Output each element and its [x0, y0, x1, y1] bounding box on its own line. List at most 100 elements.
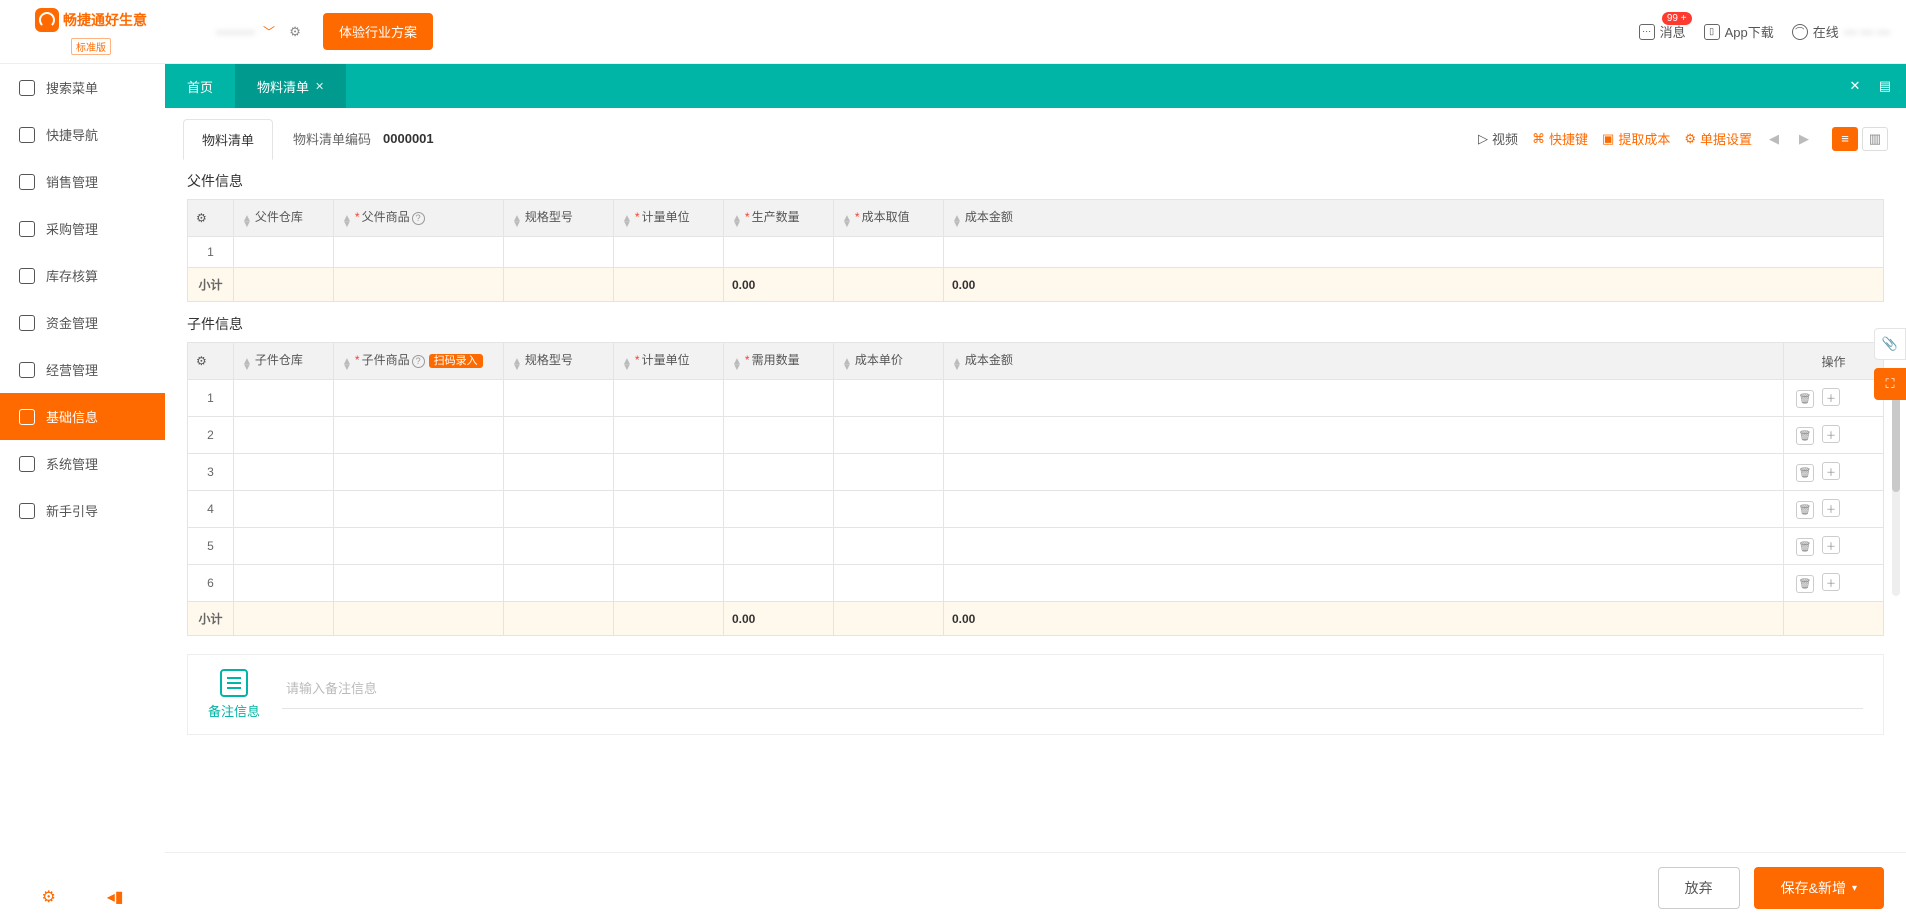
sidebar-label: 搜索菜单: [46, 78, 98, 97]
child-row[interactable]: 4🗑＋: [188, 491, 1884, 528]
fullscreen-button[interactable]: ⛶: [1874, 368, 1906, 400]
action-extract-cost[interactable]: ▣提取成本: [1602, 129, 1670, 148]
sidebar-label: 新手引导: [46, 501, 98, 520]
delete-row-icon[interactable]: 🗑: [1796, 501, 1814, 519]
child-col-item[interactable]: *子件商品?扫码录入: [334, 343, 504, 380]
add-row-icon[interactable]: ＋: [1822, 499, 1840, 517]
parent-table: ⚙ 父件仓库 *父件商品? 规格型号 *计量单位 *生产数量 *成本取值 成本金…: [187, 199, 1884, 302]
child-section-title: 子件信息: [165, 302, 1906, 342]
child-table-scrollbar[interactable]: [1892, 382, 1900, 596]
view-card-button[interactable]: ▥: [1862, 127, 1888, 151]
child-col-amount[interactable]: 成本金额: [944, 343, 1784, 380]
sidebar-item-quicknav[interactable]: 快捷导航: [0, 111, 165, 158]
sidebar-item-guide[interactable]: 新手引导: [0, 487, 165, 534]
sidebar-item-sales[interactable]: 销售管理: [0, 158, 165, 205]
action-label: 单据设置: [1700, 129, 1752, 148]
delete-row-icon[interactable]: 🗑: [1796, 538, 1814, 556]
delete-row-icon[interactable]: 🗑: [1796, 427, 1814, 445]
gear-icon: ⚙: [1684, 131, 1696, 147]
brand-logo: 畅捷通好生意 标准版: [16, 8, 166, 55]
child-row[interactable]: 5🗑＋: [188, 528, 1884, 565]
sort-icon: [842, 216, 852, 228]
add-row-icon[interactable]: ＋: [1822, 425, 1840, 443]
child-row[interactable]: 1🗑＋: [188, 380, 1884, 417]
add-row-icon[interactable]: ＋: [1822, 388, 1840, 406]
parent-col-amount[interactable]: 成本金额: [944, 200, 1884, 237]
view-list-button[interactable]: ≡: [1832, 127, 1858, 151]
delete-row-icon[interactable]: 🗑: [1796, 575, 1814, 593]
child-row[interactable]: 2🗑＋: [188, 417, 1884, 454]
sidebar-item-funds[interactable]: 资金管理: [0, 299, 165, 346]
sidebar-item-inventory[interactable]: 库存核算: [0, 252, 165, 299]
sort-icon: [622, 359, 632, 371]
keyboard-icon: ⌘: [1532, 131, 1545, 147]
sidebar-label: 采购管理: [46, 219, 98, 238]
next-record-icon[interactable]: ▶: [1796, 131, 1812, 147]
child-col-price[interactable]: 成本单价: [834, 343, 944, 380]
remark-label-text: 备注信息: [208, 701, 260, 720]
home-icon: [18, 126, 36, 144]
action-label: 提取成本: [1618, 129, 1670, 148]
online-support-link[interactable]: ⌒ 在线 — — —: [1792, 22, 1890, 41]
scan-input-badge[interactable]: 扫码录入: [429, 354, 483, 368]
child-col-gear[interactable]: ⚙: [188, 343, 234, 380]
delete-row-icon[interactable]: 🗑: [1796, 464, 1814, 482]
page-tab-bom[interactable]: 物料清单: [183, 119, 273, 160]
add-row-icon[interactable]: ＋: [1822, 573, 1840, 591]
action-bill-setting[interactable]: ⚙单据设置: [1684, 129, 1752, 148]
parent-col-spec[interactable]: 规格型号: [504, 200, 614, 237]
add-row-icon[interactable]: ＋: [1822, 462, 1840, 480]
sidebar-collapse-icon[interactable]: ◂▮: [107, 887, 124, 907]
child-col-uom[interactable]: *计量单位: [614, 343, 724, 380]
warehouse-icon: [18, 267, 36, 285]
child-row[interactable]: 6🗑＋: [188, 565, 1884, 602]
remark-input[interactable]: [282, 669, 1863, 709]
parent-col-gear[interactable]: ⚙: [188, 200, 234, 237]
sidebar-item-search[interactable]: 搜索菜单: [0, 64, 165, 111]
tab-home[interactable]: 首页: [165, 64, 235, 108]
tab-bom[interactable]: 物料清单 ✕: [235, 64, 346, 108]
action-shortcut[interactable]: ⌘快捷键: [1532, 129, 1588, 148]
note-icon: [220, 669, 248, 697]
account-selector[interactable]: ——— ﹀: [216, 23, 275, 40]
close-icon[interactable]: ✕: [315, 80, 324, 93]
child-col-qty[interactable]: *需用数量: [724, 343, 834, 380]
promo-button[interactable]: 体验行业方案: [323, 13, 433, 50]
child-col-op: 操作: [1784, 343, 1884, 380]
parent-col-cost[interactable]: *成本取值: [834, 200, 944, 237]
action-video[interactable]: ▷视频: [1478, 129, 1518, 148]
brand-name: 畅捷通好生意: [63, 10, 147, 30]
topbar: 畅捷通好生意 标准版 ——— ﹀ ⚙ 体验行业方案 ⋯ 消息 99 + ▯ Ap…: [0, 0, 1906, 64]
sort-icon: [512, 216, 522, 228]
save-and-new-button[interactable]: 保存&新增▾: [1754, 867, 1884, 909]
parent-col-uom[interactable]: *计量单位: [614, 200, 724, 237]
app-download-link[interactable]: ▯ App下载: [1704, 22, 1774, 41]
discard-button[interactable]: 放弃: [1658, 867, 1740, 909]
add-row-icon[interactable]: ＋: [1822, 536, 1840, 554]
brand-edition: 标准版: [71, 38, 111, 55]
tabbar-close-all-icon[interactable]: ✕: [1842, 73, 1868, 99]
messages-badge: 99 +: [1662, 12, 1692, 25]
sidebar-item-system[interactable]: 系统管理: [0, 440, 165, 487]
delete-row-icon[interactable]: 🗑: [1796, 390, 1814, 408]
attachment-button[interactable]: 📎: [1874, 328, 1906, 360]
sidebar-item-operation[interactable]: 经营管理: [0, 346, 165, 393]
child-col-spec[interactable]: 规格型号: [504, 343, 614, 380]
account-settings-icon[interactable]: ⚙: [283, 20, 307, 44]
sidebar-item-purchase[interactable]: 采购管理: [0, 205, 165, 252]
parent-row[interactable]: 1: [188, 237, 1884, 268]
online-label: 在线: [1813, 22, 1839, 41]
sidebar-item-basic[interactable]: 基础信息: [0, 393, 165, 440]
child-col-warehouse[interactable]: 子件仓库: [234, 343, 334, 380]
messages-link[interactable]: ⋯ 消息 99 +: [1639, 22, 1686, 41]
child-row[interactable]: 3🗑＋: [188, 454, 1884, 491]
parent-col-qty[interactable]: *生产数量: [724, 200, 834, 237]
parent-col-warehouse[interactable]: 父件仓库: [234, 200, 334, 237]
parent-col-item[interactable]: *父件商品?: [334, 200, 504, 237]
app-download-label: App下载: [1725, 22, 1774, 41]
sort-icon: [242, 216, 252, 228]
sidebar-settings-icon[interactable]: ⚙: [41, 887, 55, 907]
tabbar-more-icon[interactable]: ▤: [1872, 73, 1898, 99]
prev-record-icon[interactable]: ◀: [1766, 131, 1782, 147]
play-icon: ▷: [1478, 131, 1488, 147]
